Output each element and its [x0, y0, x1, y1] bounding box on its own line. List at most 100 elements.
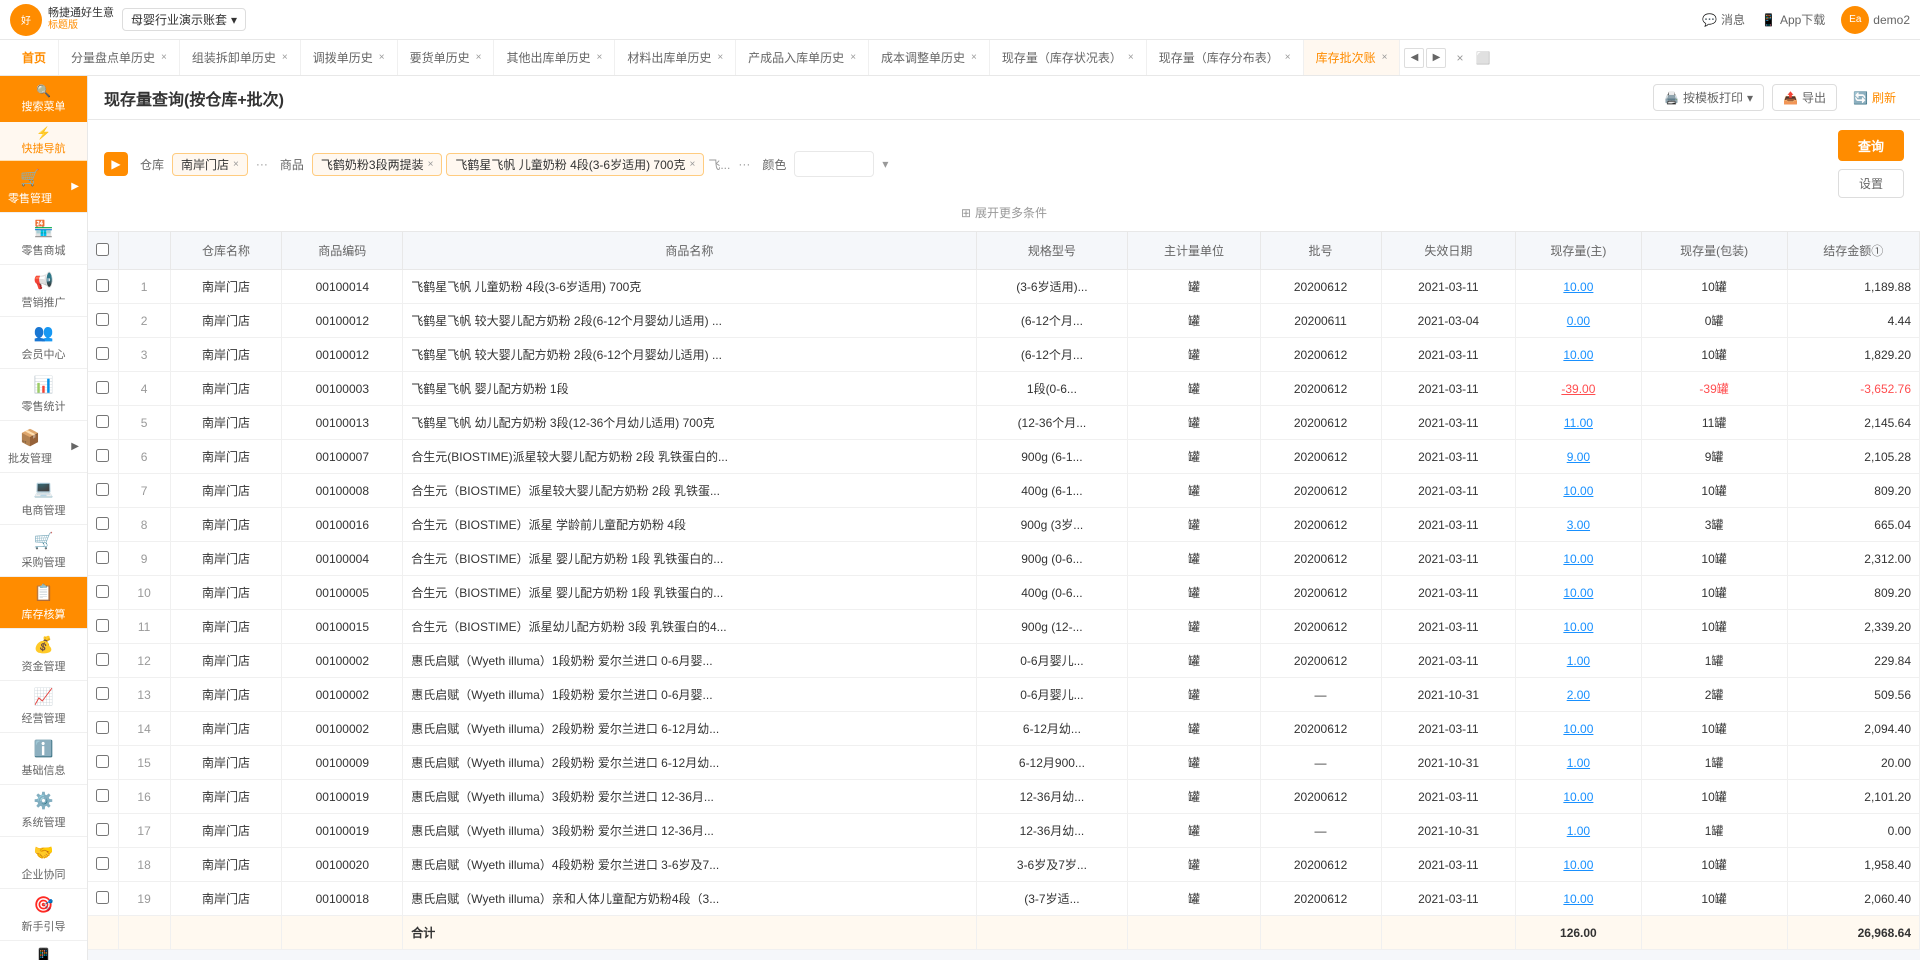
- cell-checkbox[interactable]: [88, 610, 118, 644]
- cell-checkbox[interactable]: [88, 848, 118, 882]
- row-checkbox[interactable]: [96, 483, 109, 496]
- product-tag-2-close[interactable]: ×: [689, 159, 695, 170]
- close-icon[interactable]: ×: [282, 52, 288, 63]
- row-checkbox[interactable]: [96, 347, 109, 360]
- cell-stock-main[interactable]: 1.00: [1516, 746, 1641, 780]
- cell-checkbox[interactable]: [88, 746, 118, 780]
- select-all-checkbox[interactable]: [96, 243, 109, 256]
- cell-stock-main[interactable]: -39.00: [1516, 372, 1641, 406]
- cell-checkbox[interactable]: [88, 882, 118, 916]
- warehouse-tag-close[interactable]: ×: [233, 159, 239, 170]
- row-checkbox[interactable]: [96, 653, 109, 666]
- row-checkbox[interactable]: [96, 517, 109, 530]
- row-checkbox[interactable]: [96, 313, 109, 326]
- cell-stock-main[interactable]: 10.00: [1516, 576, 1641, 610]
- row-checkbox[interactable]: [96, 585, 109, 598]
- sidebar-item-retail-stats[interactable]: 📊 零售统计: [0, 369, 87, 421]
- row-checkbox[interactable]: [96, 381, 109, 394]
- sidebar-item-collab[interactable]: 🤝 企业协同: [0, 837, 87, 889]
- close-icon[interactable]: ×: [1285, 52, 1291, 63]
- close-icon[interactable]: ×: [1128, 52, 1134, 63]
- cell-stock-main[interactable]: 10.00: [1516, 270, 1641, 304]
- cell-stock-main[interactable]: 11.00: [1516, 406, 1641, 440]
- tab-cailiao-chuku[interactable]: 材料出库单历史 ×: [615, 40, 736, 76]
- expand-more-btn[interactable]: ⊞ 展开更多条件: [961, 204, 1047, 221]
- sidebar-item-retail[interactable]: 🛒 零售管理 ▶: [0, 161, 87, 213]
- sidebar-item-system[interactable]: ⚙️ 系统管理: [0, 785, 87, 837]
- sidebar-item-member[interactable]: 👥 会员中心: [0, 317, 87, 369]
- messages-btn[interactable]: 💬 消息: [1702, 11, 1745, 28]
- cell-stock-main[interactable]: 1.00: [1516, 814, 1641, 848]
- tab-home[interactable]: 首页: [10, 40, 59, 76]
- cell-stock-main[interactable]: 10.00: [1516, 780, 1641, 814]
- sidebar-item-inventory[interactable]: 📋 库存核算: [0, 577, 87, 629]
- row-checkbox[interactable]: [96, 415, 109, 428]
- cell-stock-main[interactable]: 0.00: [1516, 304, 1641, 338]
- cell-stock-main[interactable]: 10.00: [1516, 712, 1641, 746]
- close-icon[interactable]: ×: [971, 52, 977, 63]
- refresh-btn[interactable]: 🔄 刷新: [1845, 85, 1904, 110]
- sidebar-nav[interactable]: ⚡ 快捷导航: [0, 122, 87, 161]
- sidebar-item-purchase[interactable]: 🛒 采购管理: [0, 525, 87, 577]
- close-icon[interactable]: ×: [379, 52, 385, 63]
- sidebar-item-app-center[interactable]: 📱 应用中心: [0, 941, 87, 960]
- tab-chengben[interactable]: 成本调整单历史 ×: [869, 40, 990, 76]
- row-checkbox[interactable]: [96, 891, 109, 904]
- cell-checkbox[interactable]: [88, 270, 118, 304]
- cell-stock-main[interactable]: 1.00: [1516, 644, 1641, 678]
- org-select[interactable]: 母婴行业演示账套 ▾: [122, 8, 246, 31]
- cell-stock-main[interactable]: 10.00: [1516, 610, 1641, 644]
- row-checkbox[interactable]: [96, 857, 109, 870]
- tab-kucun-pici[interactable]: 库存批次账 ×: [1304, 40, 1401, 76]
- row-checkbox[interactable]: [96, 755, 109, 768]
- cell-checkbox[interactable]: [88, 678, 118, 712]
- cell-checkbox[interactable]: [88, 508, 118, 542]
- cell-checkbox[interactable]: [88, 304, 118, 338]
- cell-stock-main[interactable]: 10.00: [1516, 882, 1641, 916]
- close-icon[interactable]: ×: [476, 52, 482, 63]
- table-area[interactable]: 仓库名称 商品编码 商品名称 规格型号 主计量单位 批号 失效日期 现存量(主)…: [88, 232, 1920, 960]
- query-btn[interactable]: 查询: [1838, 130, 1904, 161]
- cell-checkbox[interactable]: [88, 814, 118, 848]
- sidebar-item-basic-info[interactable]: ℹ️ 基础信息: [0, 733, 87, 785]
- nav-next-arrow[interactable]: ▶: [1426, 48, 1446, 68]
- cell-stock-main[interactable]: 2.00: [1516, 678, 1641, 712]
- tab-zuzhuang[interactable]: 组装拆卸单历史 ×: [180, 40, 301, 76]
- row-checkbox[interactable]: [96, 687, 109, 700]
- export-btn[interactable]: 📤 导出: [1772, 84, 1837, 111]
- tab-chanchengpin[interactable]: 产成品入库单历史 ×: [736, 40, 869, 76]
- cell-checkbox[interactable]: [88, 780, 118, 814]
- cell-stock-main[interactable]: 10.00: [1516, 848, 1641, 882]
- cell-stock-main[interactable]: 10.00: [1516, 542, 1641, 576]
- cell-checkbox[interactable]: [88, 576, 118, 610]
- row-checkbox[interactable]: [96, 551, 109, 564]
- close-icon[interactable]: ×: [596, 52, 602, 63]
- row-checkbox[interactable]: [96, 721, 109, 734]
- cell-checkbox[interactable]: [88, 338, 118, 372]
- cell-checkbox[interactable]: [88, 440, 118, 474]
- cell-checkbox[interactable]: [88, 644, 118, 678]
- row-checkbox[interactable]: [96, 449, 109, 462]
- sidebar-item-finance[interactable]: 💰 资金管理: [0, 629, 87, 681]
- sidebar-item-marketing[interactable]: 📢 营销推广: [0, 265, 87, 317]
- row-checkbox[interactable]: [96, 279, 109, 292]
- cell-stock-main[interactable]: 9.00: [1516, 440, 1641, 474]
- sidebar-search[interactable]: 🔍 搜索菜单: [0, 76, 87, 122]
- row-checkbox[interactable]: [96, 619, 109, 632]
- col-checkbox[interactable]: [88, 232, 118, 270]
- nav-close-all-btn[interactable]: ×: [1450, 51, 1469, 65]
- user-area[interactable]: Ea demo2: [1841, 6, 1910, 34]
- product-tag-1-close[interactable]: ×: [428, 159, 434, 170]
- row-checkbox[interactable]: [96, 789, 109, 802]
- cell-stock-main[interactable]: 10.00: [1516, 474, 1641, 508]
- close-icon[interactable]: ×: [161, 52, 167, 63]
- close-icon[interactable]: ×: [717, 52, 723, 63]
- sidebar-item-wholesale[interactable]: 📦 批发管理 ▶: [0, 421, 87, 473]
- settings-btn[interactable]: 设置: [1838, 169, 1904, 198]
- cell-stock-main[interactable]: 10.00: [1516, 338, 1641, 372]
- tab-fenliang[interactable]: 分量盘点单历史 ×: [59, 40, 180, 76]
- tab-yaohuo[interactable]: 要货单历史 ×: [398, 40, 495, 76]
- cell-stock-main[interactable]: 3.00: [1516, 508, 1641, 542]
- cell-checkbox[interactable]: [88, 406, 118, 440]
- cell-checkbox[interactable]: [88, 474, 118, 508]
